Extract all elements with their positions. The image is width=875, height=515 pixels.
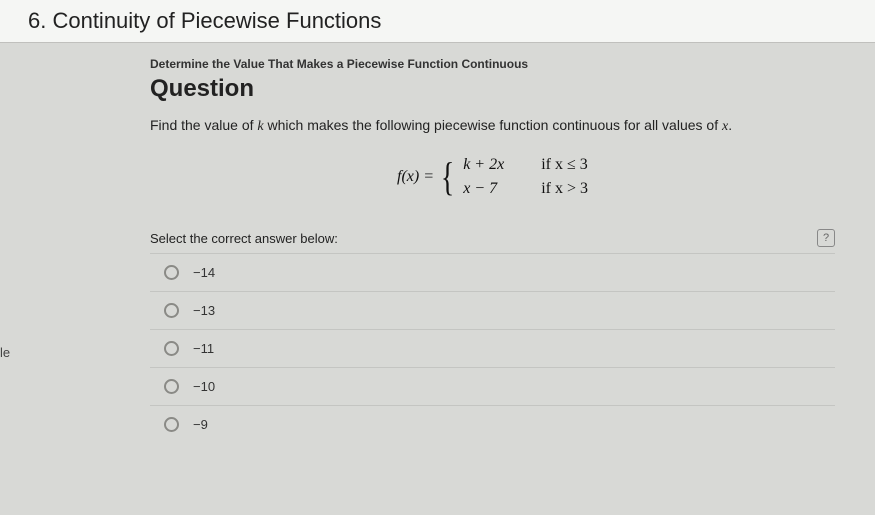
- option-label: −11: [193, 341, 214, 356]
- option-row-2[interactable]: −11: [150, 329, 835, 367]
- radio-icon[interactable]: [164, 417, 179, 432]
- prompt-period: .: [728, 117, 732, 133]
- fx-label: f(x) =: [397, 168, 434, 186]
- brace-icon: {: [441, 159, 454, 195]
- radio-icon[interactable]: [164, 265, 179, 280]
- option-row-0[interactable]: −14: [150, 253, 835, 291]
- case1-cond: if x ≤ 3: [541, 153, 588, 177]
- answers-label: Select the correct answer below:: [150, 231, 338, 246]
- option-label: −13: [193, 303, 215, 318]
- subtitle: Determine the Value That Makes a Piecewi…: [150, 57, 835, 71]
- piecewise-function: f(x) = { k + 2x if x ≤ 3 x − 7 if x > 3: [150, 153, 835, 201]
- option-row-3[interactable]: −10: [150, 367, 835, 405]
- case2-cond: if x > 3: [541, 177, 588, 201]
- page-title: 6. Continuity of Piecewise Functions: [0, 0, 875, 43]
- option-label: −14: [193, 265, 215, 280]
- radio-icon[interactable]: [164, 341, 179, 356]
- option-row-4[interactable]: −9: [150, 405, 835, 443]
- radio-icon[interactable]: [164, 379, 179, 394]
- side-tag: le: [0, 345, 10, 360]
- radio-icon[interactable]: [164, 303, 179, 318]
- option-label: −9: [193, 417, 208, 432]
- case2-expr: x − 7: [463, 177, 523, 201]
- option-row-1[interactable]: −13: [150, 291, 835, 329]
- prompt-text-after: which makes the following piecewise func…: [264, 117, 722, 133]
- answers-label-row: Select the correct answer below: ?: [150, 229, 835, 247]
- help-icon[interactable]: ?: [817, 229, 835, 247]
- case1-expr: k + 2x: [463, 153, 523, 177]
- prompt-text-before: Find the value of: [150, 117, 257, 133]
- question-prompt: Find the value of k which makes the foll…: [150, 117, 835, 135]
- option-label: −10: [193, 379, 215, 394]
- question-heading: Question: [150, 75, 835, 103]
- question-content: Determine the Value That Makes a Piecewi…: [0, 43, 875, 443]
